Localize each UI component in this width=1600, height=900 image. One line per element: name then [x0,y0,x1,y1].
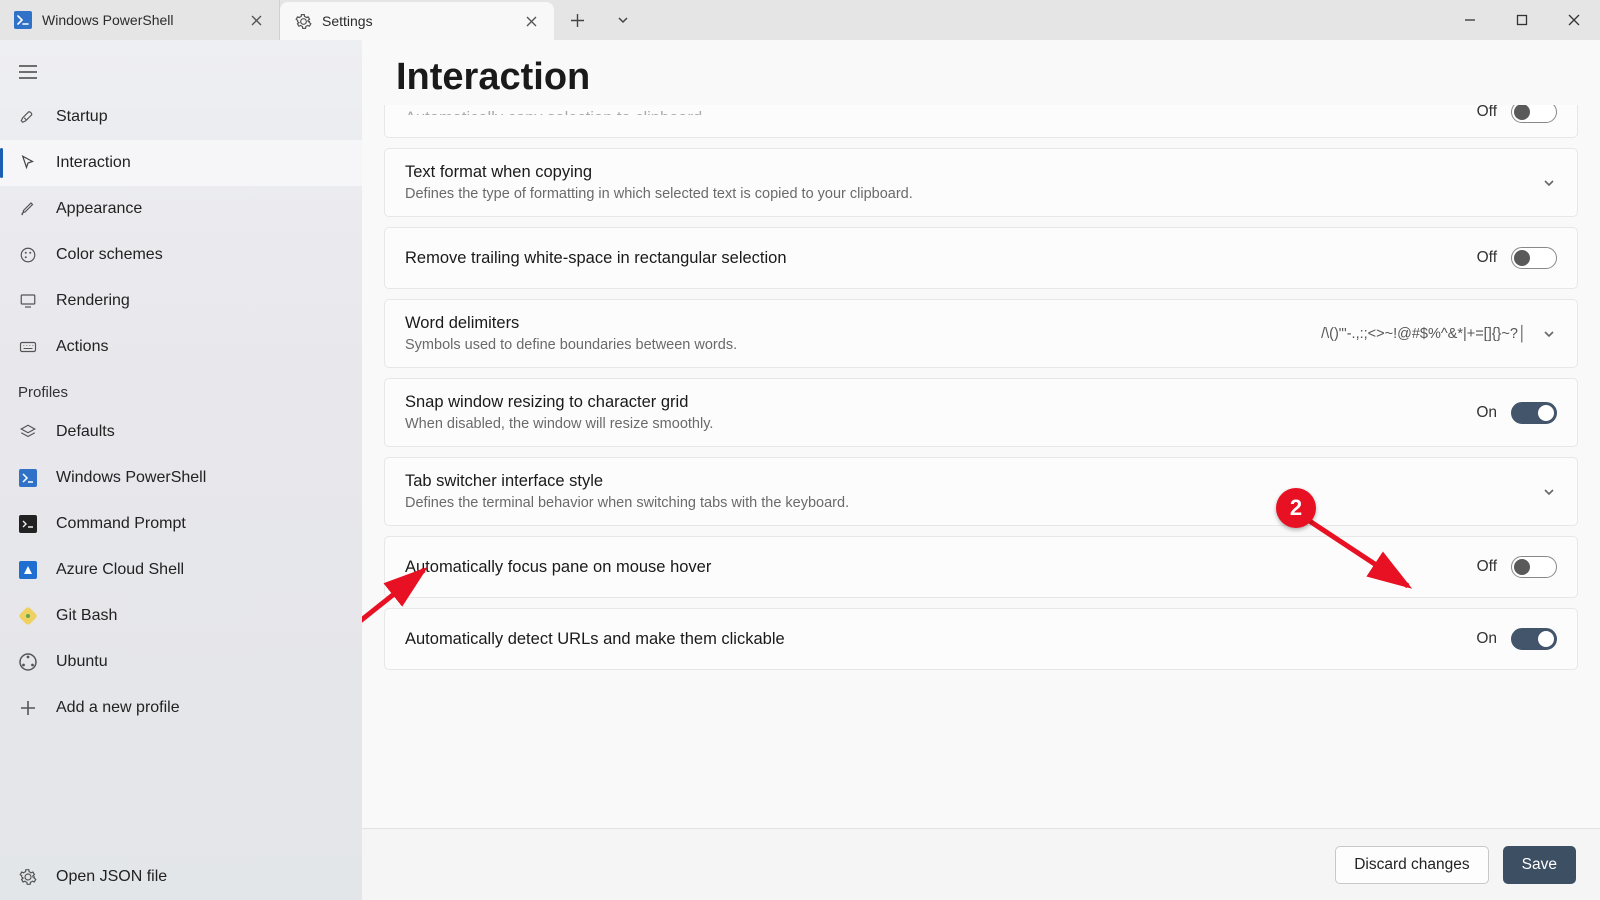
palette-icon [18,245,38,265]
tab-label: Windows PowerShell [42,12,174,28]
annotation-arrow-1 [362,560,444,660]
sidebar-item-label: Azure Cloud Shell [56,561,184,579]
sidebar-profile-powershell[interactable]: Windows PowerShell [0,455,362,501]
setting-title: Text format when copying [405,163,1541,182]
setting-value: /\()"'-.,:;<>~!@#$%^&*|+=[]{}~?│ [1321,326,1527,342]
sidebar-profile-ubuntu[interactable]: Ubuntu [0,639,362,685]
chevron-down-icon [1541,484,1557,500]
sidebar-item-label: Rendering [56,292,130,310]
setting-title: Word delimiters [405,314,1321,333]
setting-desc: When disabled, the window will resize sm… [405,416,1476,432]
discard-button[interactable]: Discard changes [1335,846,1488,884]
azure-icon [18,560,38,580]
toggle-state: Off [1477,105,1497,121]
toggle-auto-copy[interactable] [1511,105,1557,123]
maximize-button[interactable] [1496,0,1548,40]
tab-dropdown-button[interactable] [600,0,646,40]
setting-title: Snap window resizing to character grid [405,393,1476,412]
sidebar-item-appearance[interactable]: Appearance [0,186,362,232]
sidebar-open-json[interactable]: Open JSON file [0,854,362,900]
setting-title: Tab switcher interface style [405,472,1541,491]
toggle-detect-urls[interactable] [1511,628,1557,650]
sidebar-item-label: Actions [56,338,108,356]
powershell-icon [18,468,38,488]
setting-title: Automatically copy selection to clipboar… [405,109,1477,115]
toggle-state: On [1476,630,1497,648]
setting-text-format[interactable]: Text format when copying Defines the typ… [384,148,1578,217]
close-icon[interactable] [247,11,265,29]
toggle-remove-whitespace[interactable] [1511,247,1557,269]
hamburger-button[interactable] [4,50,52,94]
setting-auto-copy[interactable]: Automatically copy selection to clipboar… [384,105,1578,138]
toggle-snap-grid[interactable] [1511,402,1557,424]
sidebar-item-label: Windows PowerShell [56,469,206,487]
sidebar-item-label: Appearance [56,200,142,218]
tab-label: Settings [322,13,373,29]
setting-title: Remove trailing white-space in rectangul… [405,249,1477,268]
sidebar-item-label: Ubuntu [56,653,108,671]
close-window-button[interactable] [1548,0,1600,40]
minimize-button[interactable] [1444,0,1496,40]
save-button[interactable]: Save [1503,846,1576,884]
keyboard-icon [18,337,38,357]
gear-icon [294,12,312,30]
toggle-state: Off [1477,558,1497,576]
sidebar-item-label: Interaction [56,154,131,172]
monitor-icon [18,291,38,311]
sidebar-item-label: Add a new profile [56,699,180,717]
brush-icon [18,199,38,219]
setting-title: Automatically detect URLs and make them … [405,630,1476,649]
chevron-down-icon [1541,326,1557,342]
ubuntu-icon [18,652,38,672]
sidebar-item-startup[interactable]: Startup [0,94,362,140]
sidebar-item-rendering[interactable]: Rendering [0,278,362,324]
sidebar-item-label: Startup [56,108,108,126]
setting-desc: Defines the type of formatting in which … [405,186,1541,202]
sidebar-profile-gitbash[interactable]: Git Bash [0,593,362,639]
chevron-down-icon [1541,175,1557,191]
new-tab-button[interactable] [554,0,600,40]
annotation-arrow-2 [1298,508,1428,598]
gitbash-icon [18,606,38,626]
sidebar-item-interaction[interactable]: Interaction [0,140,362,186]
setting-detect-urls[interactable]: Automatically detect URLs and make them … [384,608,1578,670]
titlebar: Windows PowerShell Settings [0,0,1600,40]
profiles-section-label: Profiles [0,370,362,409]
sidebar-item-label: Git Bash [56,607,117,625]
setting-snap-grid[interactable]: Snap window resizing to character grid W… [384,378,1578,447]
sidebar-item-label: Open JSON file [56,868,167,886]
tab-settings[interactable]: Settings [280,2,554,40]
content-pane: Interaction Automatically copy selection… [362,40,1600,900]
toggle-focus-hover[interactable] [1511,556,1557,578]
tab-powershell[interactable]: Windows PowerShell [0,0,280,40]
plus-icon [18,698,38,718]
toggle-state: On [1476,404,1497,422]
sidebar-profile-azure[interactable]: Azure Cloud Shell [0,547,362,593]
footer: Discard changes Save [362,828,1600,900]
powershell-icon [14,11,32,29]
setting-remove-whitespace[interactable]: Remove trailing white-space in rectangul… [384,227,1578,289]
sidebar-profile-cmd[interactable]: Command Prompt [0,501,362,547]
layers-icon [18,422,38,442]
annotation-badge-2: 2 [1276,488,1316,528]
rocket-icon [18,107,38,127]
toggle-state: Off [1477,249,1497,267]
sidebar-add-profile[interactable]: Add a new profile [0,685,362,731]
cmd-icon [18,514,38,534]
sidebar-item-actions[interactable]: Actions [0,324,362,370]
page-title: Interaction [362,40,1600,105]
close-icon[interactable] [522,12,540,30]
sidebar-item-label: Defaults [56,423,115,441]
sidebar-item-label: Command Prompt [56,515,186,533]
gear-icon [18,867,38,887]
sidebar-profile-defaults[interactable]: Defaults [0,409,362,455]
sidebar-item-label: Color schemes [56,246,163,264]
window-controls [1444,0,1600,40]
sidebar-item-color-schemes[interactable]: Color schemes [0,232,362,278]
setting-word-delimiters[interactable]: Word delimiters Symbols used to define b… [384,299,1578,368]
setting-desc: Symbols used to define boundaries betwee… [405,337,1321,353]
sidebar: Startup Interaction Appearance Color sch… [0,40,362,900]
settings-scroll[interactable]: Automatically copy selection to clipboar… [362,105,1600,828]
cursor-icon [18,153,38,173]
